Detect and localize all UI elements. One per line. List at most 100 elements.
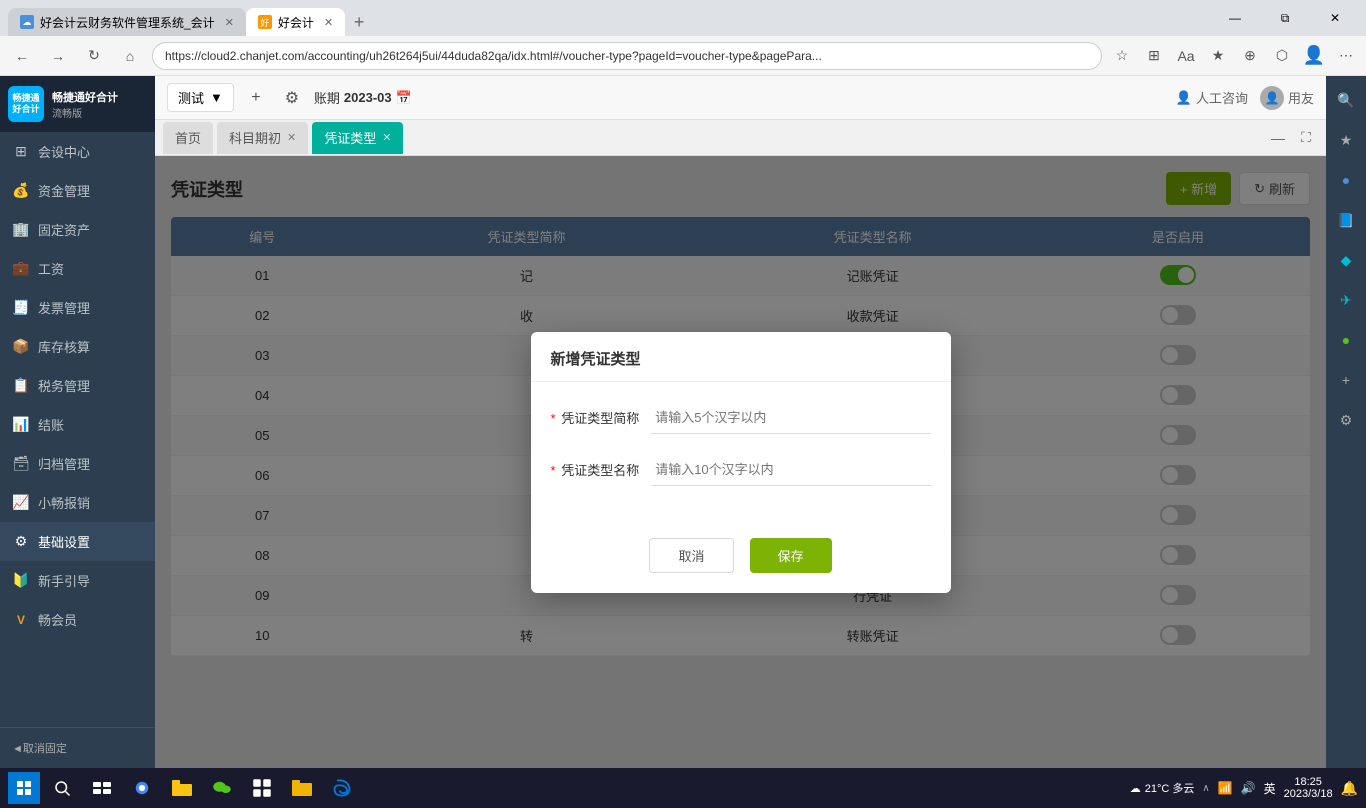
assets-icon: 🏢 — [12, 221, 30, 239]
tab-1-label: 好会计云财务软件管理系统_会计 — [40, 14, 215, 31]
menu-icon[interactable]: ⋯ — [1334, 44, 1358, 68]
notification-button[interactable]: 🔔 — [1341, 780, 1358, 797]
settings-toolbar-button[interactable]: ⚙ — [278, 84, 306, 112]
inventory-icon: 📦 — [12, 338, 30, 356]
field-abbr-input[interactable] — [651, 402, 930, 434]
consult-button[interactable]: 👤 人工咨询 — [1176, 88, 1248, 107]
sidebar-item-archive[interactable]: 🗃 归档管理 — [0, 444, 155, 483]
address-icons: ☆ ⊞ Aa ★ ⊕ ⬡ 👤 ⋯ — [1110, 44, 1358, 68]
taskbar-wifi-icon: 📶 — [1218, 781, 1233, 795]
taskbar-apps-button[interactable] — [244, 770, 280, 806]
browser-titlebar: ☁ 好会计云财务软件管理系统_会计 ✕ 好 好会计 ✕ + — ⧉ ✕ — [0, 0, 1366, 36]
reload-button[interactable]: ↻ — [80, 42, 108, 70]
taskbar-explorer-button[interactable] — [164, 770, 200, 806]
period-info: 账期 2023-03 📅 — [314, 88, 412, 107]
sidebar-item-guide[interactable]: 🔰 新手引导 — [0, 561, 155, 600]
cancel-button[interactable]: 取消 — [649, 538, 733, 573]
address-input[interactable] — [152, 42, 1102, 70]
taskbar-taskview-button[interactable] — [84, 770, 120, 806]
add-toolbar-button[interactable]: + — [242, 84, 270, 112]
tab-subjects[interactable]: 科目期初 ✕ — [217, 122, 308, 154]
taskbar-lang[interactable]: 英 — [1264, 780, 1276, 797]
settlement-icon: 📊 — [12, 416, 30, 434]
tab-voucher-type[interactable]: 凭证类型 ✕ — [312, 122, 403, 154]
modal-body: * 凭证类型简称 * 凭证类型名称 — [531, 382, 951, 526]
tab-1-close[interactable]: ✕ — [225, 16, 234, 29]
tab-voucher-close[interactable]: ✕ — [382, 131, 391, 144]
time-display: 18:25 — [1284, 776, 1333, 788]
sidebar-item-label: 归档管理 — [38, 454, 90, 473]
close-button[interactable]: ✕ — [1312, 4, 1358, 32]
taskbar-search-button[interactable] — [44, 770, 80, 806]
tab-subjects-close[interactable]: ✕ — [287, 131, 296, 144]
company-selector[interactable]: 测试 ▼ — [167, 83, 234, 112]
right-diamond-button[interactable]: ◆ — [1330, 244, 1362, 276]
form-row-name: * 凭证类型名称 — [551, 454, 931, 486]
sidebar-item-inventory[interactable]: 📦 库存核算 — [0, 327, 155, 366]
bookmark-star-icon[interactable]: ☆ — [1110, 44, 1134, 68]
sidebar-item-invoice[interactable]: 🧾 发票管理 — [0, 288, 155, 327]
reading-icon[interactable]: Aa — [1174, 44, 1198, 68]
sidebar-item-label: 固定资产 — [38, 220, 90, 239]
share-icon[interactable]: ⬡ — [1270, 44, 1294, 68]
profile-icon[interactable]: 👤 — [1302, 44, 1326, 68]
required-star: * — [551, 411, 556, 426]
right-green-button[interactable]: ● — [1330, 324, 1362, 356]
content-area: 凭证类型 + 新增 ↻ 刷新 编号 凭证类型简称 凭证类型名称 是否启用 — [155, 156, 1326, 768]
forward-button[interactable]: → — [44, 42, 72, 70]
sidebar-header[interactable]: 畅捷通好合计 畅捷通好合计 流畅版 — [0, 76, 155, 132]
taskbar-volume-icon: 🔊 — [1241, 781, 1256, 795]
browser-tab-1[interactable]: ☁ 好会计云财务软件管理系统_会计 ✕ — [8, 8, 246, 36]
taskbar-folder-button[interactable] — [284, 770, 320, 806]
tax-icon: 📋 — [12, 377, 30, 395]
user-button[interactable]: 👤 用友 — [1260, 86, 1314, 110]
new-tab-button[interactable]: + — [345, 8, 373, 36]
sidebar-item-tax[interactable]: 📋 税务管理 — [0, 366, 155, 405]
sidebar-item-member[interactable]: V 畅会员 — [0, 600, 155, 639]
taskbar-wechat-button[interactable] — [204, 770, 240, 806]
calendar-icon[interactable]: 📅 — [396, 90, 412, 106]
taskbar-right: ☁ 21°C 多云 ∧ 📶 🔊 英 18:25 2023/3/18 🔔 — [1130, 776, 1358, 800]
period-label: 账期 — [314, 88, 340, 107]
minimize-button[interactable]: — — [1212, 4, 1258, 32]
report-icon: 📈 — [12, 494, 30, 512]
right-search-button[interactable]: 🔍 — [1330, 84, 1362, 116]
right-blue-button[interactable]: ● — [1330, 164, 1362, 196]
collection-icon[interactable]: ⊕ — [1238, 44, 1262, 68]
sidebar-item-label: 畅会员 — [38, 610, 77, 629]
sidebar-item-label: 小畅报销 — [38, 493, 90, 512]
right-star-button[interactable]: ★ — [1330, 124, 1362, 156]
taskbar-chrome-button[interactable] — [124, 770, 160, 806]
tab-home[interactable]: 首页 — [163, 122, 213, 154]
right-add-button[interactable]: + — [1330, 364, 1362, 396]
right-plane-button[interactable]: ✈ — [1330, 284, 1362, 316]
tab-minimize-button[interactable]: — — [1266, 126, 1290, 150]
save-button[interactable]: 保存 — [750, 538, 832, 573]
tab-2-close[interactable]: ✕ — [324, 16, 333, 29]
sidebar-item-dashboard[interactable]: ⊞ 会设中心 — [0, 132, 155, 171]
field-name-input[interactable] — [651, 454, 930, 486]
sidebar-item-assets[interactable]: 🏢 固定资产 — [0, 210, 155, 249]
start-button[interactable] — [8, 772, 40, 804]
sidebar-item-salary[interactable]: 💼 工资 — [0, 249, 155, 288]
unpin-button[interactable]: ◄取消固定 — [8, 736, 147, 760]
extension-icon[interactable]: ⊞ — [1142, 44, 1166, 68]
taskbar-arrows[interactable]: ∧ — [1202, 783, 1209, 794]
back-button[interactable]: ← — [8, 42, 36, 70]
tab-subjects-label: 科目期初 — [229, 128, 281, 147]
home-button[interactable]: ⌂ — [116, 42, 144, 70]
sidebar-item-report[interactable]: 📈 小畅报销 — [0, 483, 155, 522]
tab-2-icon: 好 — [258, 15, 272, 29]
browser-tab-2[interactable]: 好 好会计 ✕ — [246, 8, 345, 36]
sidebar-item-finance[interactable]: 💰 资金管理 — [0, 171, 155, 210]
right-gear-button[interactable]: ⚙ — [1330, 404, 1362, 436]
sidebar-item-settlement[interactable]: 📊 结账 — [0, 405, 155, 444]
tab-maximize-button[interactable]: ⛶ — [1294, 126, 1318, 150]
favorites-icon[interactable]: ★ — [1206, 44, 1230, 68]
tab-controls: — ⛶ — [1266, 126, 1318, 150]
taskbar-edge-button[interactable] — [324, 770, 360, 806]
sidebar-item-settings[interactable]: ⚙ 基础设置 — [0, 522, 155, 561]
sidebar-item-label: 结账 — [38, 415, 64, 434]
right-book-button[interactable]: 📘 — [1330, 204, 1362, 236]
restore-button[interactable]: ⧉ — [1262, 4, 1308, 32]
